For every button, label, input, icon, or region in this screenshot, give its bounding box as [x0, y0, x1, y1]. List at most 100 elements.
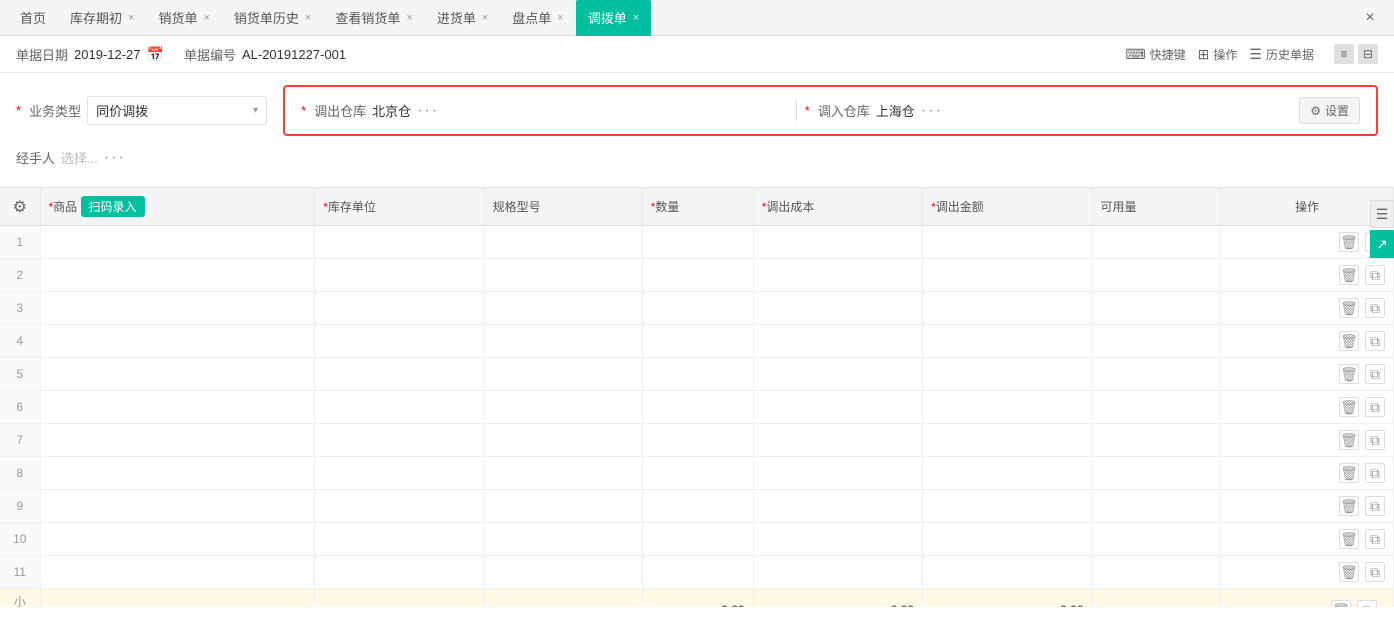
product-cell[interactable]	[40, 358, 315, 391]
spec-cell[interactable]	[484, 523, 642, 556]
cost-cell[interactable]	[753, 490, 922, 523]
spec-cell[interactable]	[484, 358, 642, 391]
spec-cell[interactable]	[484, 391, 642, 424]
product-cell[interactable]	[40, 391, 315, 424]
available-cell[interactable]	[1092, 325, 1221, 358]
unit-cell[interactable]	[315, 226, 484, 259]
qty-cell[interactable]	[642, 358, 753, 391]
cost-cell[interactable]	[753, 325, 922, 358]
delete-row-button[interactable]: 🗑	[1339, 364, 1359, 384]
unit-cell[interactable]	[315, 325, 484, 358]
available-cell[interactable]	[1092, 259, 1221, 292]
spec-cell[interactable]	[484, 424, 642, 457]
cost-cell[interactable]	[753, 358, 922, 391]
tab-item-5[interactable]: 进货单×	[425, 0, 500, 36]
amount-cell[interactable]	[923, 358, 1092, 391]
cost-cell[interactable]	[753, 424, 922, 457]
unit-cell[interactable]	[315, 490, 484, 523]
qty-cell[interactable]	[642, 556, 753, 589]
product-cell[interactable]	[40, 259, 315, 292]
cost-cell[interactable]	[753, 457, 922, 490]
tab-close-icon[interactable]: ×	[406, 12, 412, 24]
spec-cell[interactable]	[484, 457, 642, 490]
available-cell[interactable]	[1092, 226, 1221, 259]
amount-cell[interactable]	[923, 457, 1092, 490]
table-settings-icon[interactable]: ⚙	[8, 197, 32, 217]
tab-item-6[interactable]: 盘点单×	[500, 0, 575, 36]
available-cell[interactable]	[1092, 556, 1221, 589]
qty-cell[interactable]	[642, 424, 753, 457]
tab-item-2[interactable]: 销货单×	[146, 0, 221, 36]
tab-item-0[interactable]: 首页	[8, 0, 58, 36]
right-panel-doc-button[interactable]: ☰	[1370, 200, 1394, 228]
copy-row-button[interactable]: ⧉	[1365, 364, 1385, 384]
amount-cell[interactable]	[923, 391, 1092, 424]
spec-cell[interactable]	[484, 226, 642, 259]
cost-cell[interactable]	[753, 259, 922, 292]
amount-cell[interactable]	[923, 325, 1092, 358]
tab-close-icon[interactable]: ×	[557, 12, 563, 24]
copy-row-button[interactable]: ⧉	[1365, 298, 1385, 318]
product-cell[interactable]	[40, 490, 315, 523]
unit-cell[interactable]	[315, 358, 484, 391]
cost-cell[interactable]	[753, 226, 922, 259]
unit-cell[interactable]	[315, 391, 484, 424]
tab-close-icon[interactable]: ×	[633, 12, 639, 24]
view-toggle-grid[interactable]: ⊟	[1358, 44, 1378, 64]
unit-cell[interactable]	[315, 523, 484, 556]
tab-close-icon[interactable]: ×	[305, 12, 311, 24]
form-settings-button[interactable]: ⚙ 设置	[1299, 97, 1360, 124]
available-cell[interactable]	[1092, 457, 1221, 490]
unit-cell[interactable]	[315, 424, 484, 457]
handler-more-dots[interactable]: ···	[104, 149, 126, 167]
scan-input-button[interactable]: 扫码录入	[81, 196, 145, 217]
handler-input[interactable]: 选择...	[61, 148, 98, 167]
window-close-button[interactable]: ×	[1354, 2, 1386, 34]
right-panel-link-button[interactable]: ↗	[1370, 230, 1394, 258]
copy-row-button[interactable]: ⧉	[1365, 562, 1385, 582]
unit-cell[interactable]	[315, 556, 484, 589]
copy-row-button[interactable]: ⧉	[1365, 331, 1385, 351]
unit-cell[interactable]	[315, 457, 484, 490]
delete-row-button[interactable]: 🗑	[1339, 463, 1359, 483]
qty-cell[interactable]	[642, 490, 753, 523]
qty-cell[interactable]	[642, 226, 753, 259]
qty-cell[interactable]	[642, 523, 753, 556]
tab-close-icon[interactable]: ×	[203, 12, 209, 24]
qty-cell[interactable]	[642, 325, 753, 358]
product-cell[interactable]	[40, 424, 315, 457]
delete-row-button[interactable]: 🗑	[1339, 298, 1359, 318]
delete-row-button[interactable]: 🗑	[1339, 265, 1359, 285]
product-cell[interactable]	[40, 292, 315, 325]
calendar-icon[interactable]: 📅	[147, 46, 164, 63]
view-toggle-list[interactable]: ≡	[1334, 44, 1354, 64]
subtotal-delete-button[interactable]: 🗑	[1331, 600, 1351, 607]
spec-cell[interactable]	[484, 556, 642, 589]
spec-cell[interactable]	[484, 490, 642, 523]
amount-cell[interactable]	[923, 259, 1092, 292]
cost-cell[interactable]	[753, 556, 922, 589]
cost-cell[interactable]	[753, 292, 922, 325]
operations-button[interactable]: ⊞ 操作	[1198, 46, 1238, 63]
tab-item-7[interactable]: 调拨单×	[576, 0, 651, 36]
copy-row-button[interactable]: ⧉	[1365, 496, 1385, 516]
copy-row-button[interactable]: ⧉	[1365, 529, 1385, 549]
cost-cell[interactable]	[753, 523, 922, 556]
qty-cell[interactable]	[642, 457, 753, 490]
available-cell[interactable]	[1092, 523, 1221, 556]
delete-row-button[interactable]: 🗑	[1339, 529, 1359, 549]
copy-row-button[interactable]: ⧉	[1365, 265, 1385, 285]
unit-cell[interactable]	[315, 292, 484, 325]
tab-close-icon[interactable]: ×	[128, 12, 134, 24]
delete-row-button[interactable]: 🗑	[1339, 397, 1359, 417]
amount-cell[interactable]	[923, 424, 1092, 457]
tab-close-icon[interactable]: ×	[482, 12, 488, 24]
spec-cell[interactable]	[484, 325, 642, 358]
available-cell[interactable]	[1092, 424, 1221, 457]
copy-row-button[interactable]: ⧉	[1365, 463, 1385, 483]
available-cell[interactable]	[1092, 292, 1221, 325]
product-cell[interactable]	[40, 325, 315, 358]
delete-row-button[interactable]: 🗑	[1339, 232, 1359, 252]
delete-row-button[interactable]: 🗑	[1339, 562, 1359, 582]
in-warehouse-more-dots[interactable]: ···	[921, 102, 943, 120]
